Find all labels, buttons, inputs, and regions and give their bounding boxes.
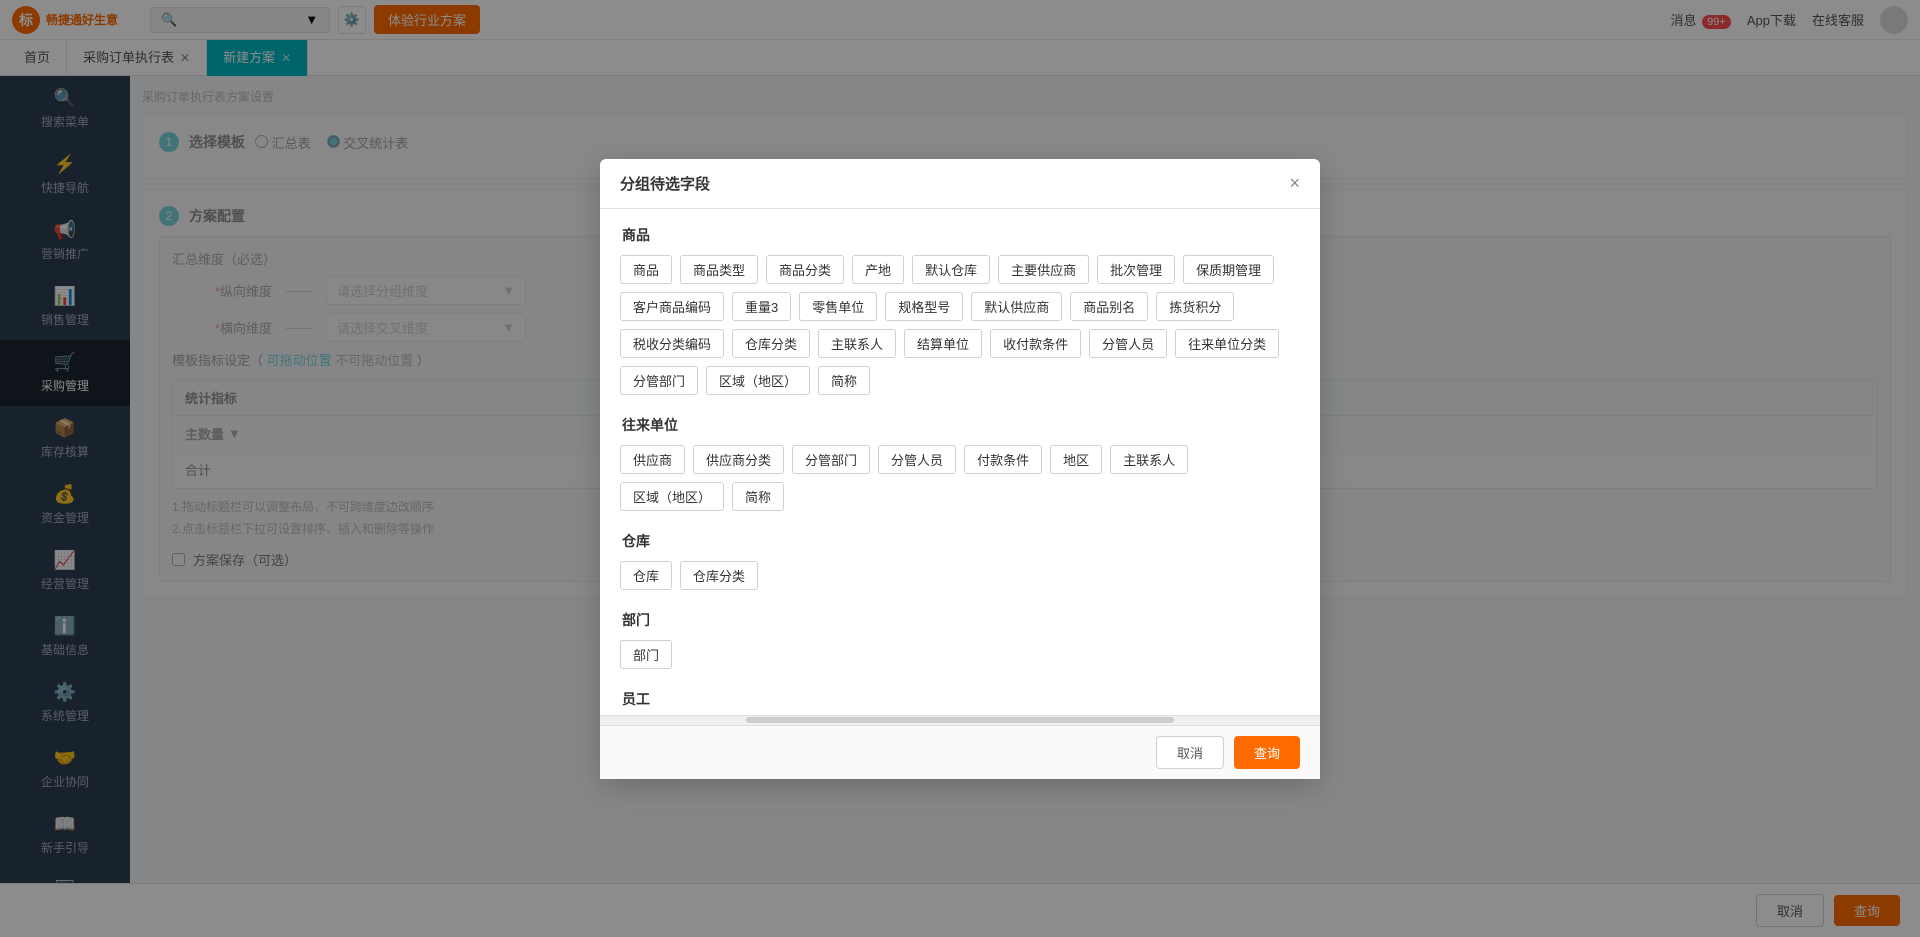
field-dept-partner[interactable]: 分管部门 (792, 445, 870, 474)
field-area[interactable]: 地区 (1050, 445, 1102, 474)
section-warehouse-fields: 仓库 仓库分类 (620, 561, 1300, 590)
field-goods-type[interactable]: 商品类型 (680, 255, 758, 284)
field-warehouse-category[interactable]: 仓库分类 (732, 329, 810, 358)
field-settlement-unit[interactable]: 结算单位 (904, 329, 982, 358)
hscroll-thumb (746, 717, 1173, 723)
field-main-contact[interactable]: 主联系人 (818, 329, 896, 358)
field-weight3[interactable]: 重量3 (732, 292, 791, 321)
field-pick-points[interactable]: 拣货积分 (1156, 292, 1234, 321)
field-dept[interactable]: 分管部门 (620, 366, 698, 395)
field-default-warehouse[interactable]: 默认仓库 (912, 255, 990, 284)
field-region-partner[interactable]: 区域（地区） (620, 482, 724, 511)
field-payment-terms[interactable]: 收付款条件 (990, 329, 1081, 358)
section-partners-fields: 供应商 供应商分类 分管部门 分管人员 付款条件 地区 主联系人 区域（地区） … (620, 445, 1300, 511)
modal-header: 分组待选字段 × (600, 159, 1320, 209)
field-region-goods[interactable]: 区域（地区） (706, 366, 810, 395)
modal-cancel-button[interactable]: 取消 (1156, 736, 1224, 769)
field-selector-modal: 分组待选字段 × 商品 商品 商品类型 商品分类 产地 默认仓库 主要供应商 批… (600, 159, 1320, 779)
field-department[interactable]: 部门 (620, 640, 672, 669)
field-customer-code[interactable]: 客户商品编码 (620, 292, 724, 321)
section-goods-title: 商品 (620, 225, 1300, 245)
field-pay-terms[interactable]: 付款条件 (964, 445, 1042, 474)
field-supplier-cat[interactable]: 供应商分类 (693, 445, 784, 474)
field-batch-mgmt[interactable]: 批次管理 (1097, 255, 1175, 284)
field-person-partner[interactable]: 分管人员 (878, 445, 956, 474)
section-partners: 往来单位 供应商 供应商分类 分管部门 分管人员 付款条件 地区 主联系人 区域… (620, 415, 1300, 511)
field-retail-unit[interactable]: 零售单位 (799, 292, 877, 321)
field-supplier[interactable]: 供应商 (620, 445, 685, 474)
section-goods: 商品 商品 商品类型 商品分类 产地 默认仓库 主要供应商 批次管理 保质期管理… (620, 225, 1300, 395)
section-warehouse-title: 仓库 (620, 531, 1300, 551)
section-partners-title: 往来单位 (620, 415, 1300, 435)
field-warehouse-cat[interactable]: 仓库分类 (680, 561, 758, 590)
section-department-title: 部门 (620, 610, 1300, 630)
field-origin[interactable]: 产地 (852, 255, 904, 284)
modal-title: 分组待选字段 (620, 173, 710, 194)
section-employee-title: 员工 (620, 689, 1300, 709)
field-abbr-goods[interactable]: 简称 (818, 366, 870, 395)
section-employee: 员工 业务员 (620, 689, 1300, 716)
field-expiry-mgmt[interactable]: 保质期管理 (1183, 255, 1274, 284)
modal-footer: 取消 查询 (600, 725, 1320, 779)
field-goods[interactable]: 商品 (620, 255, 672, 284)
field-abbr-partner[interactable]: 简称 (732, 482, 784, 511)
field-goods-alias[interactable]: 商品别名 (1070, 292, 1148, 321)
modal-confirm-button[interactable]: 查询 (1234, 736, 1300, 769)
section-goods-fields: 商品 商品类型 商品分类 产地 默认仓库 主要供应商 批次管理 保质期管理 客户… (620, 255, 1300, 395)
field-default-supplier[interactable]: 默认供应商 (971, 292, 1062, 321)
field-spec-model[interactable]: 规格型号 (885, 292, 963, 321)
field-goods-category[interactable]: 商品分类 (766, 255, 844, 284)
field-main-contact-partner[interactable]: 主联系人 (1110, 445, 1188, 474)
modal-body: 商品 商品 商品类型 商品分类 产地 默认仓库 主要供应商 批次管理 保质期管理… (600, 209, 1320, 716)
field-main-supplier[interactable]: 主要供应商 (998, 255, 1089, 284)
field-manager[interactable]: 分管人员 (1089, 329, 1167, 358)
section-warehouse: 仓库 仓库 仓库分类 (620, 531, 1300, 590)
modal-hscroll (600, 715, 1320, 724)
modal-close-button[interactable]: × (1289, 173, 1300, 194)
modal-overlay: 分组待选字段 × 商品 商品 商品类型 商品分类 产地 默认仓库 主要供应商 批… (0, 0, 1920, 937)
field-tax-code[interactable]: 税收分类编码 (620, 329, 724, 358)
section-department-fields: 部门 (620, 640, 1300, 669)
field-warehouse[interactable]: 仓库 (620, 561, 672, 590)
field-partner-category[interactable]: 往来单位分类 (1175, 329, 1279, 358)
section-department: 部门 部门 (620, 610, 1300, 669)
